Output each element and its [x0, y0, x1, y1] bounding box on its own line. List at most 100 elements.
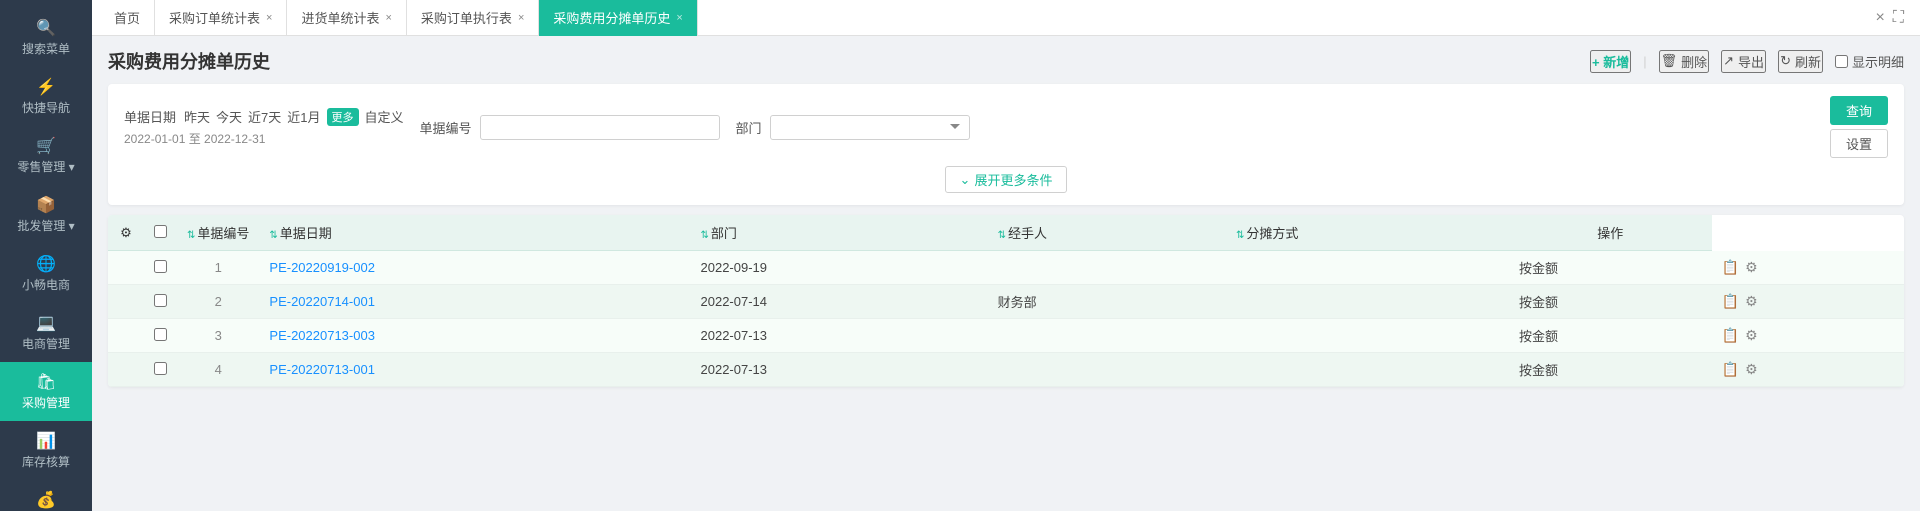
- doc-no-link-1[interactable]: PE-20220919-002: [269, 260, 375, 275]
- row-doc-no-cell[interactable]: PE-20220713-001: [259, 353, 690, 387]
- tabs-bar: 首页采购订单统计表×进货单统计表×采购订单执行表×采购费用分摊单历史× × ⛶: [92, 0, 1920, 36]
- window-max-icon[interactable]: ⛶: [1893, 9, 1904, 27]
- query-button[interactable]: 查询: [1830, 96, 1888, 125]
- filter-row: 单据日期 昨天 今天 近7天 近1月 更多 自定义 2022-01-01 至 2…: [124, 96, 1888, 158]
- sidebar-item-采购管理[interactable]: 🛍采购管理: [0, 362, 92, 421]
- sidebar-item-搜索菜单[interactable]: 🔍搜索菜单: [0, 8, 92, 67]
- date-shortcut-1month[interactable]: 近1月: [287, 107, 320, 126]
- tab-label: 采购订单执行表: [421, 8, 512, 27]
- tab-close-icon[interactable]: ×: [676, 12, 682, 24]
- sidebar-item-电商管理[interactable]: 💻电商管理: [0, 303, 92, 362]
- divider: |: [1643, 54, 1646, 69]
- date-label: 单据日期: [124, 107, 176, 126]
- expand-button[interactable]: ⌄ 展开更多条件: [945, 166, 1068, 193]
- tab-label: 首页: [114, 8, 140, 27]
- sidebar-item-零售管理[interactable]: 🛒零售管理 ▾: [0, 126, 92, 185]
- sort-icon-split-method: ⇅: [1236, 230, 1244, 241]
- sidebar-item-库存核算[interactable]: 📊库存核算: [0, 421, 92, 480]
- col-split-method[interactable]: ⇅分摊方式: [1226, 215, 1509, 251]
- sidebar-label: 采购管理: [22, 394, 70, 411]
- row-split-method-cell: 按金额: [1509, 285, 1712, 319]
- row-checkbox-4[interactable]: [154, 362, 167, 375]
- row-checkbox-2[interactable]: [154, 294, 167, 307]
- date-shortcut-7days[interactable]: 近7天: [248, 107, 281, 126]
- tab-采购订单统计表[interactable]: 采购订单统计表×: [155, 0, 287, 36]
- date-shortcut-today[interactable]: 今天: [216, 107, 242, 126]
- filter-right-area: 查询 设置: [1830, 96, 1888, 158]
- tab-采购费用分摊单历史[interactable]: 采购费用分摊单历史×: [539, 0, 697, 36]
- data-table: ⚙ ⇅单据编号 ⇅单据日期 ⇅部门 ⇅经手人 ⇅分摊方式 操作 1 PE-202: [108, 215, 1904, 387]
- table-header-row: ⚙ ⇅单据编号 ⇅单据日期 ⇅部门 ⇅经手人 ⇅分摊方式 操作: [108, 215, 1904, 251]
- setting-button[interactable]: 设置: [1830, 129, 1888, 158]
- row-actions-cell: 📋 ⚙: [1712, 285, 1904, 319]
- refresh-button[interactable]: ↻ 刷新: [1778, 50, 1823, 73]
- table-row: 4 PE-20220713-001 2022-07-13 按金额 📋 ⚙: [108, 353, 1904, 387]
- delete-button[interactable]: 🗑 删除: [1659, 50, 1710, 73]
- doc-no-link-3[interactable]: PE-20220713-003: [269, 328, 375, 343]
- row-check-cell[interactable]: [144, 285, 177, 319]
- row-split-method-cell: 按金额: [1509, 319, 1712, 353]
- sidebar-item-资金管理[interactable]: 💰资金管理: [0, 480, 92, 511]
- tab-首页[interactable]: 首页: [100, 0, 155, 36]
- col-dept[interactable]: ⇅部门: [691, 215, 988, 251]
- row-dept-cell: [988, 319, 1226, 353]
- row-doc-no-cell[interactable]: PE-20220713-003: [259, 319, 690, 353]
- row-delete-icon-4[interactable]: ⚙: [1745, 361, 1758, 378]
- row-checkbox-1[interactable]: [154, 260, 167, 273]
- row-doc-no-cell[interactable]: PE-20220919-002: [259, 251, 690, 285]
- row-check-cell[interactable]: [144, 319, 177, 353]
- tab-采购订单执行表[interactable]: 采购订单执行表 ×: [407, 0, 539, 36]
- tab-close-icon[interactable]: ×: [385, 12, 391, 24]
- add-button[interactable]: + 新增: [1590, 50, 1631, 73]
- sidebar-item-小畅电商[interactable]: 🌐小畅电商: [0, 244, 92, 303]
- row-check-cell[interactable]: [144, 353, 177, 387]
- col-doc-date[interactable]: ⇅单据日期: [259, 215, 690, 251]
- dept-select[interactable]: 财务部: [770, 115, 970, 140]
- doc-no-link-4[interactable]: PE-20220713-001: [269, 362, 375, 377]
- window-close-icon[interactable]: ×: [1875, 9, 1884, 27]
- row-settings-cell: [108, 319, 144, 353]
- sidebar-icon: 💰: [36, 490, 56, 510]
- col-doc-no[interactable]: ⇅单据编号: [177, 215, 259, 251]
- row-delete-icon-3[interactable]: ⚙: [1745, 327, 1758, 344]
- col-handler[interactable]: ⇅经手人: [988, 215, 1226, 251]
- tab-close-icon[interactable]: ×: [518, 12, 524, 24]
- col-check[interactable]: [144, 215, 177, 251]
- sidebar-icon: 🔍: [36, 18, 56, 38]
- tab-close-icon[interactable]: ×: [266, 12, 272, 24]
- doc-no-link-2[interactable]: PE-20220714-001: [269, 294, 375, 309]
- date-shortcut-more[interactable]: 更多: [327, 108, 359, 126]
- row-edit-icon-2[interactable]: 📋: [1722, 293, 1739, 310]
- show-detail-checkbox[interactable]: 显示明细: [1835, 52, 1904, 71]
- row-check-cell[interactable]: [144, 251, 177, 285]
- row-edit-icon-1[interactable]: 📋: [1722, 259, 1739, 276]
- page-header: 采购费用分摊单历史 + 新增 | 🗑 删除 ↗ 导出 ↻ 刷新: [108, 48, 1904, 74]
- row-checkbox-3[interactable]: [154, 328, 167, 341]
- date-shortcut-yesterday[interactable]: 昨天: [184, 107, 210, 126]
- row-doc-date-cell: 2022-07-13: [691, 319, 988, 353]
- sidebar-icon: 📦: [36, 195, 56, 215]
- expand-icon: ⌄: [960, 172, 971, 188]
- sidebar-item-快捷导航[interactable]: ⚡快捷导航: [0, 67, 92, 126]
- select-all-checkbox[interactable]: [154, 225, 167, 238]
- col-actions: 操作: [1509, 215, 1712, 251]
- table-row: 2 PE-20220714-001 2022-07-14 财务部 按金额 📋 ⚙: [108, 285, 1904, 319]
- date-shortcut-custom[interactable]: 自定义: [365, 107, 404, 126]
- sidebar-item-批发管理[interactable]: 📦批发管理 ▾: [0, 185, 92, 244]
- sort-icon-doc-no: ⇅: [187, 230, 195, 241]
- table-row: 1 PE-20220919-002 2022-09-19 按金额 📋 ⚙: [108, 251, 1904, 285]
- row-edit-icon-4[interactable]: 📋: [1722, 361, 1739, 378]
- row-edit-icon-3[interactable]: 📋: [1722, 327, 1739, 344]
- row-num-cell: 1: [177, 251, 259, 285]
- export-button[interactable]: ↗ 导出: [1721, 50, 1766, 73]
- row-delete-icon-1[interactable]: ⚙: [1745, 259, 1758, 276]
- row-delete-icon-2[interactable]: ⚙: [1745, 293, 1758, 310]
- tab-进货单统计表[interactable]: 进货单统计表×: [287, 0, 406, 36]
- show-detail-input[interactable]: [1835, 55, 1848, 68]
- row-doc-date-cell: 2022-09-19: [691, 251, 988, 285]
- row-split-method-cell: 按金额: [1509, 353, 1712, 387]
- sidebar-icon: ⚡: [36, 77, 56, 97]
- col-settings[interactable]: ⚙: [108, 215, 144, 251]
- row-doc-no-cell[interactable]: PE-20220714-001: [259, 285, 690, 319]
- doc-no-input[interactable]: [480, 115, 720, 140]
